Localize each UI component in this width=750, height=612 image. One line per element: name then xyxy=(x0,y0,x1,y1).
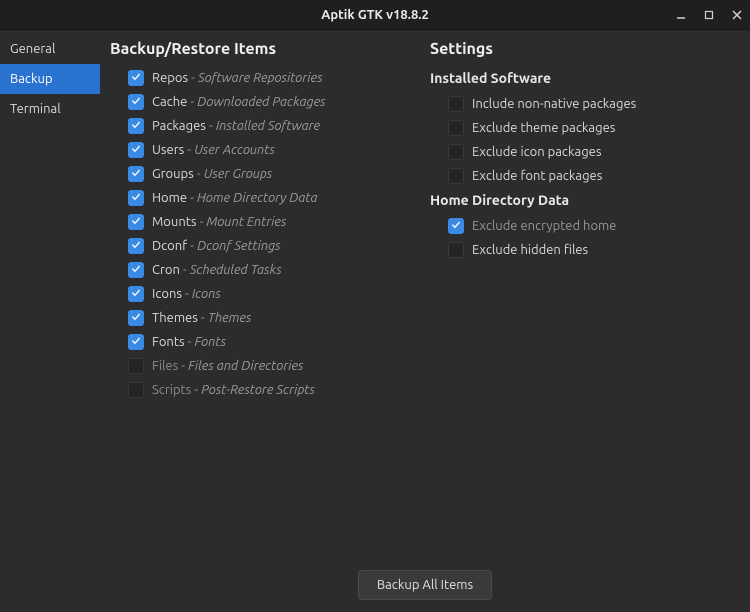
backup-all-button[interactable]: Backup All Items xyxy=(358,570,492,600)
columns: Backup/Restore Items Repos - Software Re… xyxy=(100,30,750,560)
sidebar-item-backup[interactable]: Backup xyxy=(0,64,100,94)
titlebar: Aptik GTK v18.8.2 xyxy=(0,0,750,30)
main: General Backup Terminal Backup/Restore I… xyxy=(0,30,750,612)
backup-label-dconf: Dconf - Dconf Settings xyxy=(152,239,281,253)
backup-label-scripts: Scripts - Post-Restore Scripts xyxy=(152,383,315,397)
settings-option-label: Exclude encrypted home xyxy=(472,219,616,233)
footer: Backup All Items xyxy=(100,560,750,612)
settings-option-label: Exclude icon packages xyxy=(472,145,602,159)
backup-checkbox-mounts[interactable] xyxy=(128,214,144,230)
backup-label-fonts: Fonts - Fonts xyxy=(152,335,226,349)
settings-option: Exclude encrypted home xyxy=(430,218,740,234)
backup-item-themes: Themes - Themes xyxy=(110,310,420,326)
backup-label-icons: Icons - Icons xyxy=(152,287,221,301)
backup-item-files: Files - Files and Directories xyxy=(110,358,420,374)
backup-checkbox-dconf[interactable] xyxy=(128,238,144,254)
content: Backup/Restore Items Repos - Software Re… xyxy=(100,30,750,612)
backup-checkbox-cron[interactable] xyxy=(128,262,144,278)
backup-checkbox-users[interactable] xyxy=(128,142,144,158)
backup-checkbox-repos[interactable] xyxy=(128,70,144,86)
backup-item-users: Users - User Accounts xyxy=(110,142,420,158)
backup-checkbox-files[interactable] xyxy=(128,358,144,374)
backup-label-home: Home - Home Directory Data xyxy=(152,191,317,205)
settings-option-label: Include non-native packages xyxy=(472,97,636,111)
backup-column: Backup/Restore Items Repos - Software Re… xyxy=(110,40,420,560)
settings-checkbox[interactable] xyxy=(448,96,464,112)
backup-checkbox-icons[interactable] xyxy=(128,286,144,302)
backup-title: Backup/Restore Items xyxy=(110,40,420,58)
maximize-icon[interactable] xyxy=(704,10,714,20)
backup-label-cache: Cache - Downloaded Packages xyxy=(152,95,326,109)
settings-section-title: Home Directory Data xyxy=(430,192,740,208)
settings-section-title: Installed Software xyxy=(430,70,740,86)
backup-label-groups: Groups - User Groups xyxy=(152,167,272,181)
backup-checkbox-fonts[interactable] xyxy=(128,334,144,350)
backup-checkbox-cache[interactable] xyxy=(128,94,144,110)
settings-option: Include non-native packages xyxy=(430,96,740,112)
backup-item-dconf: Dconf - Dconf Settings xyxy=(110,238,420,254)
backup-item-mounts: Mounts - Mount Entries xyxy=(110,214,420,230)
window-controls xyxy=(676,10,742,20)
sidebar-item-general[interactable]: General xyxy=(0,34,100,64)
backup-checkbox-scripts[interactable] xyxy=(128,382,144,398)
settings-option-label: Exclude hidden files xyxy=(472,243,588,257)
settings-checkbox[interactable] xyxy=(448,120,464,136)
settings-checkbox[interactable] xyxy=(448,168,464,184)
backup-item-repos: Repos - Software Repositories xyxy=(110,70,420,86)
backup-item-icons: Icons - Icons xyxy=(110,286,420,302)
backup-item-cache: Cache - Downloaded Packages xyxy=(110,94,420,110)
sidebar: General Backup Terminal xyxy=(0,30,100,612)
settings-checkbox[interactable] xyxy=(448,218,464,234)
backup-label-themes: Themes - Themes xyxy=(152,311,252,325)
settings-option: Exclude font packages xyxy=(430,168,740,184)
backup-item-groups: Groups - User Groups xyxy=(110,166,420,182)
settings-option: Exclude hidden files xyxy=(430,242,740,258)
backup-item-home: Home - Home Directory Data xyxy=(110,190,420,206)
backup-item-fonts: Fonts - Fonts xyxy=(110,334,420,350)
backup-label-users: Users - User Accounts xyxy=(152,143,275,157)
minimize-icon[interactable] xyxy=(676,10,686,20)
window-title: Aptik GTK v18.8.2 xyxy=(321,8,429,22)
close-icon[interactable] xyxy=(732,10,742,20)
settings-title: Settings xyxy=(430,40,740,58)
settings-option-label: Exclude theme packages xyxy=(472,121,615,135)
backup-checkbox-packages[interactable] xyxy=(128,118,144,134)
settings-option-label: Exclude font packages xyxy=(472,169,602,183)
sidebar-item-terminal[interactable]: Terminal xyxy=(0,94,100,124)
backup-checkbox-groups[interactable] xyxy=(128,166,144,182)
backup-item-cron: Cron - Scheduled Tasks xyxy=(110,262,420,278)
settings-option: Exclude theme packages xyxy=(430,120,740,136)
backup-label-packages: Packages - Installed Software xyxy=(152,119,320,133)
settings-checkbox[interactable] xyxy=(448,242,464,258)
settings-option: Exclude icon packages xyxy=(430,144,740,160)
backup-label-mounts: Mounts - Mount Entries xyxy=(152,215,286,229)
backup-checkbox-themes[interactable] xyxy=(128,310,144,326)
backup-label-repos: Repos - Software Repositories xyxy=(152,71,323,85)
backup-item-packages: Packages - Installed Software xyxy=(110,118,420,134)
backup-label-files: Files - Files and Directories xyxy=(152,359,303,373)
settings-checkbox[interactable] xyxy=(448,144,464,160)
backup-checkbox-home[interactable] xyxy=(128,190,144,206)
backup-item-scripts: Scripts - Post-Restore Scripts xyxy=(110,382,420,398)
backup-label-cron: Cron - Scheduled Tasks xyxy=(152,263,282,277)
settings-column: Settings Installed Software Include non-n… xyxy=(430,40,740,560)
